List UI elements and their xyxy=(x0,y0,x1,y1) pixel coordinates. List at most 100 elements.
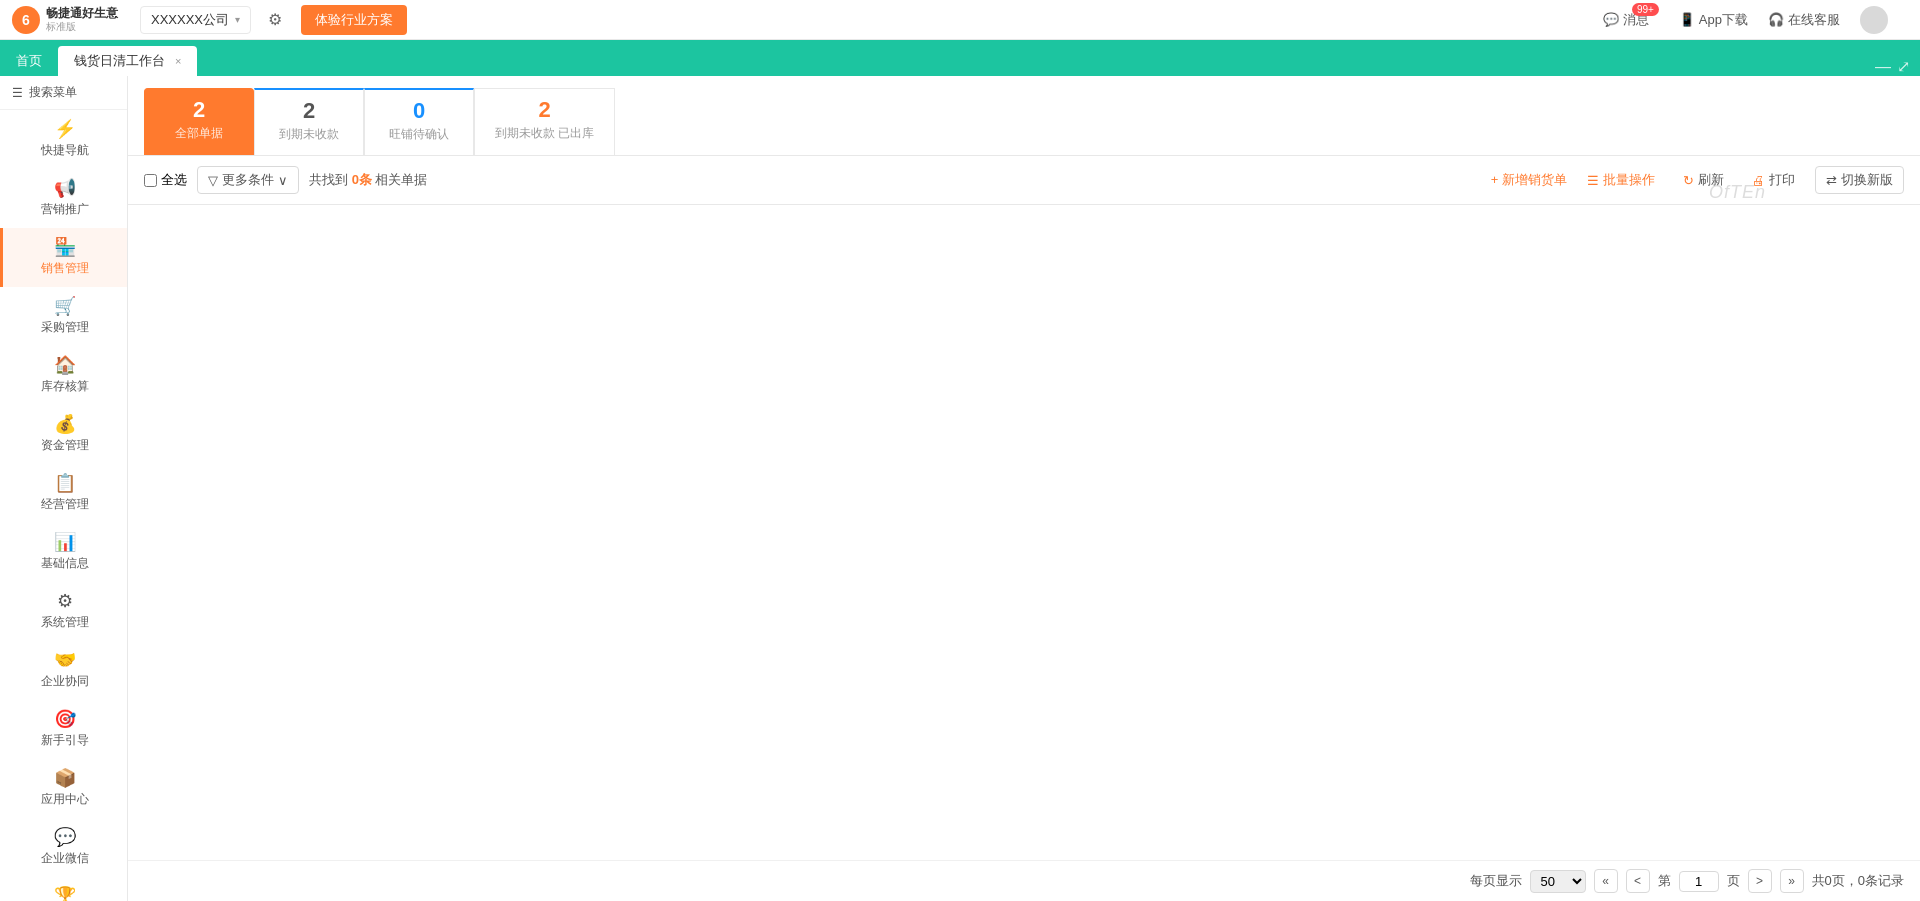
stat-label-pending: 旺铺待确认 xyxy=(385,126,453,143)
filter-button[interactable]: ▽ 更多条件 ∨ xyxy=(197,166,299,194)
avatar[interactable] xyxy=(1860,6,1888,34)
sidebar-item-basic-info[interactable]: 📊 基础信息 xyxy=(0,523,127,582)
tab-maximize-icon[interactable]: ⤢ xyxy=(1897,57,1910,76)
guide-icon: 🎯 xyxy=(54,710,76,728)
stat-num-overdue: 2 xyxy=(275,98,343,124)
stat-tab-all[interactable]: 2 全部单据 xyxy=(144,88,254,155)
logo-sub: 标准版 xyxy=(46,21,118,33)
operations-icon: 📋 xyxy=(54,474,76,492)
stat-tab-shipped[interactable]: 2 到期未收款 已出库 xyxy=(474,88,615,155)
app-download-button[interactable]: 📱 App下载 xyxy=(1679,11,1748,29)
prev-page-button[interactable]: < xyxy=(1626,869,1650,893)
found-count: 0条 xyxy=(352,172,372,187)
stat-tab-overdue[interactable]: 2 到期未收款 xyxy=(254,88,364,155)
tab-bar: 首页 钱货日清工作台 × — ⤢ xyxy=(0,40,1920,76)
company-name: XXXXXX公司 xyxy=(151,11,229,29)
company-selector[interactable]: XXXXXX公司 ▾ xyxy=(140,6,251,34)
per-page-select[interactable]: 50 10 20 100 xyxy=(1530,870,1586,893)
filter-icon: ▽ xyxy=(208,173,218,188)
last-page-button[interactable]: » xyxy=(1780,869,1804,893)
phone-icon: 📱 xyxy=(1679,12,1695,27)
select-all-label[interactable]: 全选 xyxy=(144,171,187,189)
page-label: 第 xyxy=(1658,872,1671,890)
finance-icon: 💰 xyxy=(54,415,76,433)
purchase-icon: 🛒 xyxy=(54,297,76,315)
batch-icon: ☰ xyxy=(1587,173,1599,188)
stat-tab-pending[interactable]: 0 旺铺待确认 xyxy=(364,88,474,155)
stat-label-overdue: 到期未收款 xyxy=(275,126,343,143)
filter-arrow-icon: ∨ xyxy=(278,173,288,188)
app-center-icon: 📦 xyxy=(54,769,76,787)
header-right: 💬 消息 99+ 📱 App下载 🎧 在线客服 xyxy=(1603,6,1908,34)
sidebar-item-quick-nav[interactable]: ⚡ 快捷导航 xyxy=(0,110,127,169)
stat-label-shipped: 到期未收款 已出库 xyxy=(495,125,594,142)
logo-text: 畅捷通好生意 标准版 xyxy=(46,6,118,32)
enterprise-icon: 🤝 xyxy=(54,651,76,669)
inventory-icon: 🏠 xyxy=(54,356,76,374)
sidebar-item-wechat[interactable]: 💬 企业微信 xyxy=(0,818,127,877)
toolbar: 全选 ▽ 更多条件 ∨ 共找到 0条 相关单据 + 新增销货单 ☰ 批量操作 xyxy=(128,156,1920,205)
sales-icon: 🏪 xyxy=(54,238,76,256)
sidebar-item-guide[interactable]: 🎯 新手引导 xyxy=(0,700,127,759)
tab-home[interactable]: 首页 xyxy=(0,46,58,76)
pagination-bar: 每页显示 50 10 20 100 « < 第 页 > » 共0页，0条记录 xyxy=(128,860,1920,901)
marketing-icon: 📢 xyxy=(54,179,76,197)
main-layout: ☰ 搜索菜单 ⚡ 快捷导航 📢 营销推广 🏪 销售管理 🛒 采购管理 🏠 库存核… xyxy=(0,76,1920,901)
total-records: 共0页，0条记录 xyxy=(1812,872,1904,890)
sidebar-item-marketing[interactable]: 📢 营销推广 xyxy=(0,169,127,228)
tab-close-icon[interactable]: × xyxy=(175,55,181,67)
basic-info-icon: 📊 xyxy=(54,533,76,551)
company-dropdown-icon: ▾ xyxy=(235,14,240,25)
member-icon: 🏆 xyxy=(54,887,76,901)
settings-button[interactable]: ⚙ xyxy=(259,4,291,36)
stats-tabs: 2 全部单据 2 到期未收款 0 旺铺待确认 2 到期未收款 已出库 xyxy=(128,76,1920,156)
logo-icon: 6 xyxy=(12,6,40,34)
quick-nav-icon: ⚡ xyxy=(54,120,76,138)
tab-minimize-icon[interactable]: — xyxy=(1875,58,1891,76)
tab-bar-right: — ⤢ xyxy=(1875,57,1920,76)
content-area: 2 全部单据 2 到期未收款 0 旺铺待确认 2 到期未收款 已出库 全选 xyxy=(128,76,1920,901)
stat-num-all: 2 xyxy=(165,97,233,123)
sidebar-item-inventory[interactable]: 🏠 库存核算 xyxy=(0,346,127,405)
found-text: 共找到 0条 相关单据 xyxy=(309,171,427,189)
system-icon: ⚙ xyxy=(57,592,73,610)
watermark-text: OfTEn xyxy=(1709,182,1766,203)
sidebar-item-finance[interactable]: 💰 资金管理 xyxy=(0,405,127,464)
stat-label-all: 全部单据 xyxy=(165,125,233,142)
stat-num-shipped: 2 xyxy=(495,97,594,123)
tab-qianhuoriqing[interactable]: 钱货日清工作台 × xyxy=(58,46,197,76)
page-input[interactable] xyxy=(1679,871,1719,892)
logo-area: 6 畅捷通好生意 标准版 xyxy=(12,6,140,34)
sidebar-item-sales[interactable]: 🏪 销售管理 xyxy=(0,228,127,287)
select-all-checkbox[interactable] xyxy=(144,174,157,187)
stat-num-pending: 0 xyxy=(385,98,453,124)
sidebar-item-operations[interactable]: 📋 经营管理 xyxy=(0,464,127,523)
table-area xyxy=(128,205,1920,860)
per-page-label: 每页显示 xyxy=(1470,872,1522,890)
new-order-button[interactable]: + 新增销货单 xyxy=(1491,171,1567,189)
sidebar-item-app-center[interactable]: 📦 应用中心 xyxy=(0,759,127,818)
batch-operation-button[interactable]: ☰ 批量操作 xyxy=(1579,167,1663,193)
top-header: 6 畅捷通好生意 标准版 XXXXXX公司 ▾ ⚙ 体验行业方案 💬 消息 99… xyxy=(0,0,1920,40)
sidebar-item-enterprise[interactable]: 🤝 企业协同 xyxy=(0,641,127,700)
wechat-icon: 💬 xyxy=(54,828,76,846)
toolbar-right: + 新增销货单 ☰ 批量操作 ↻ 刷新 🖨 打印 ⇄ 切换新版 xyxy=(1491,166,1904,194)
page-label-end: 页 xyxy=(1727,872,1740,890)
refresh-icon: ↻ xyxy=(1683,173,1694,188)
toolbar-left: 全选 ▽ 更多条件 ∨ 共找到 0条 相关单据 xyxy=(144,166,1481,194)
search-menu-icon: ☰ xyxy=(12,86,23,100)
search-menu-button[interactable]: ☰ 搜索菜单 xyxy=(0,76,127,110)
sidebar-item-purchase[interactable]: 🛒 采购管理 xyxy=(0,287,127,346)
next-page-button[interactable]: > xyxy=(1748,869,1772,893)
switch-version-button[interactable]: ⇄ 切换新版 xyxy=(1815,166,1904,194)
sidebar-item-system[interactable]: ⚙ 系统管理 xyxy=(0,582,127,641)
message-badge: 99+ xyxy=(1632,3,1659,16)
message-icon: 💬 xyxy=(1603,12,1619,27)
sidebar-item-member[interactable]: 🏆 畅会员 xyxy=(0,877,127,901)
online-service-button[interactable]: 🎧 在线客服 xyxy=(1768,11,1840,29)
first-page-button[interactable]: « xyxy=(1594,869,1618,893)
switch-icon: ⇄ xyxy=(1826,173,1837,188)
trial-button[interactable]: 体验行业方案 xyxy=(301,5,407,35)
headset-icon: 🎧 xyxy=(1768,12,1784,27)
messages-button[interactable]: 💬 消息 99+ xyxy=(1603,11,1649,29)
